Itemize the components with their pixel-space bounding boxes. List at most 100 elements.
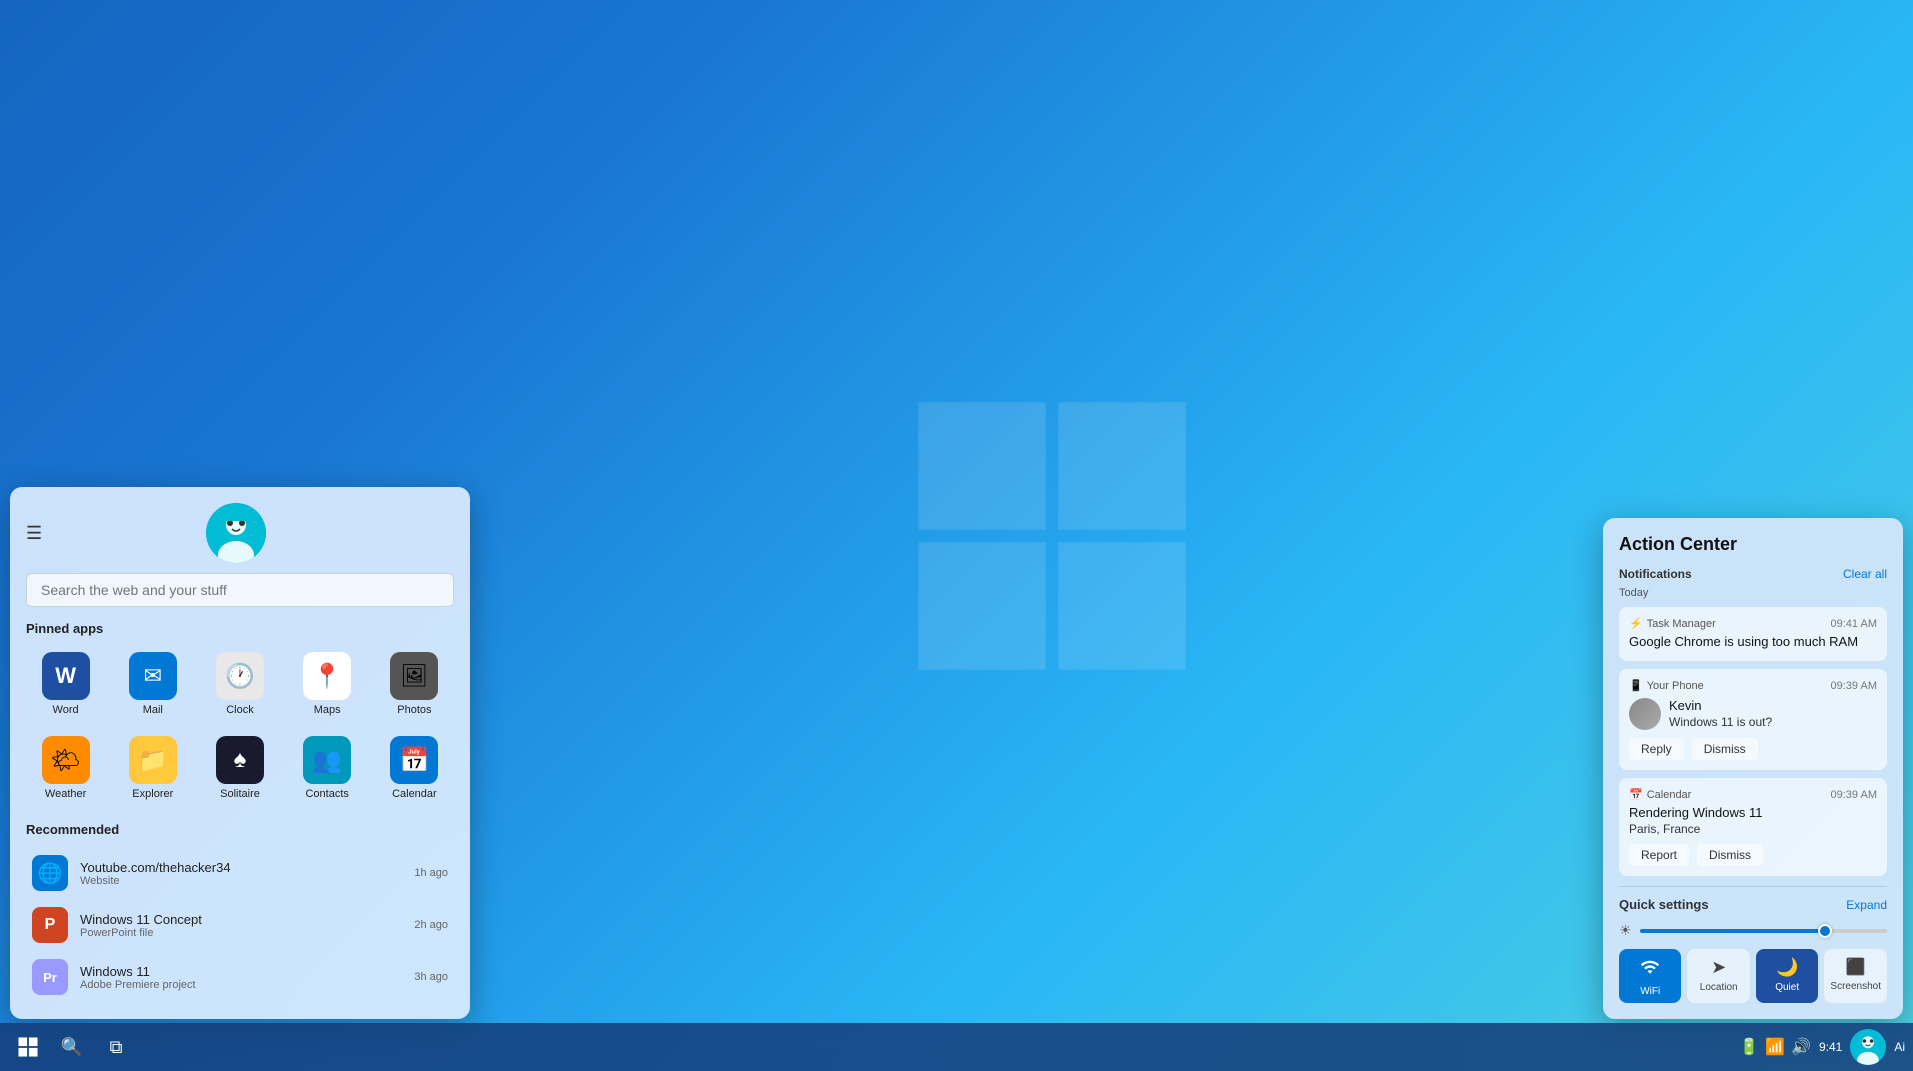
report-button[interactable]: Report — [1629, 844, 1689, 866]
rec-youtube-time: 1h ago — [414, 867, 448, 879]
quick-settings-label: Quick settings — [1619, 897, 1709, 912]
dismiss-phone-button[interactable]: Dismiss — [1692, 738, 1758, 760]
screenshot-button[interactable]: ⬛ Screenshot — [1824, 949, 1887, 1003]
solitaire-label: Solitaire — [220, 788, 260, 800]
quiet-label: Quiet — [1775, 982, 1799, 993]
start-button[interactable] — [8, 1027, 48, 1067]
notif-task-manager[interactable]: ⚡ Task Manager 09:41 AM Google Chrome is… — [1619, 607, 1887, 661]
quick-settings-header: Quick settings Expand — [1619, 897, 1887, 912]
battery-icon: 🔋 — [1739, 1037, 1759, 1057]
taskbar-left: 🔍 ⧉ — [8, 1027, 136, 1067]
rec-youtube-icon: 🌐 — [32, 855, 68, 891]
maps-icon: 📍 — [303, 652, 351, 700]
search-icon: 🔍 — [61, 1037, 83, 1058]
search-button[interactable]: 🔍 — [52, 1027, 92, 1067]
contacts-icon: 👥 — [303, 736, 351, 784]
taskbar: 🔍 ⧉ 🔋 📶 🔊 9:41 Ai — [0, 1023, 1913, 1071]
system-tray-icons: 🔋 📶 🔊 — [1739, 1037, 1811, 1057]
notif-calendar-time: 09:39 AM — [1831, 789, 1877, 801]
search-input[interactable] — [26, 573, 454, 607]
user-avatar[interactable] — [206, 503, 266, 563]
rec-w11concept-sub: PowerPoint file — [80, 927, 402, 939]
photos-label: Photos — [397, 704, 431, 716]
notif-your-phone-header: 📱 Your Phone 09:39 AM — [1629, 679, 1877, 692]
reply-button[interactable]: Reply — [1629, 738, 1684, 760]
explorer-label: Explorer — [132, 788, 173, 800]
expand-button[interactable]: Expand — [1846, 898, 1887, 912]
rec-w11-info: Windows 11 Adobe Premiere project — [80, 964, 402, 991]
rec-youtube-title: Youtube.com/thehacker34 — [80, 860, 402, 875]
weather-label: Weather — [45, 788, 86, 800]
notif-your-phone-app: 📱 Your Phone — [1629, 679, 1704, 692]
start-menu: ☰ Pinned apps W Word — [10, 487, 470, 1019]
task-view-button[interactable]: ⧉ — [96, 1027, 136, 1067]
location-button[interactable]: ➤ Location — [1687, 949, 1749, 1003]
notif-calendar[interactable]: 📅 Calendar 09:39 AM Rendering Windows 11… — [1619, 778, 1887, 876]
mail-icon: ✉ — [129, 652, 177, 700]
hamburger-button[interactable]: ☰ — [26, 523, 42, 544]
notif-kevin-message: Windows 11 is out? — [1669, 715, 1772, 729]
maps-label: Maps — [314, 704, 341, 716]
rec-item-w11concept[interactable]: P Windows 11 Concept PowerPoint file 2h … — [26, 899, 454, 951]
notif-task-manager-app: ⚡ Task Manager — [1629, 617, 1716, 630]
location-label: Location — [1700, 982, 1738, 993]
recommended-title: Recommended — [26, 822, 454, 837]
notif-kevin-avatar — [1629, 698, 1661, 730]
contacts-label: Contacts — [305, 788, 348, 800]
windows-logo-watermark — [912, 396, 1192, 676]
word-label: Word — [53, 704, 79, 716]
rec-item-w11[interactable]: Pr Windows 11 Adobe Premiere project 3h … — [26, 951, 454, 1003]
weather-icon: 🌤 — [42, 736, 90, 784]
rec-youtube-info: Youtube.com/thehacker34 Website — [80, 860, 402, 887]
taskbar-time[interactable]: 9:41 — [1819, 1040, 1842, 1054]
notifications-header: Notifications Clear all — [1619, 567, 1887, 581]
app-weather[interactable]: 🌤 Weather — [26, 730, 105, 806]
brightness-icon: ☀ — [1619, 922, 1632, 939]
rec-w11concept-time: 2h ago — [414, 919, 448, 931]
taskbar-avatar[interactable] — [1850, 1029, 1886, 1065]
app-calendar[interactable]: 📅 Calendar — [375, 730, 454, 806]
wifi-icon — [1640, 957, 1660, 982]
notif-your-phone[interactable]: 📱 Your Phone 09:39 AM Kevin Windows 11 i… — [1619, 669, 1887, 770]
calendar-label: Calendar — [392, 788, 437, 800]
location-icon: ➤ — [1711, 957, 1726, 978]
action-center-title: Action Center — [1619, 534, 1887, 555]
app-contacts[interactable]: 👥 Contacts — [288, 730, 367, 806]
time-display: 9:41 — [1819, 1040, 1842, 1054]
screenshot-icon: ⬛ — [1846, 957, 1866, 977]
calendar-notif-icon: 📅 — [1629, 788, 1643, 801]
brightness-thumb — [1818, 924, 1832, 938]
notif-your-phone-user: Kevin Windows 11 is out? — [1629, 698, 1877, 730]
screenshot-label: Screenshot — [1830, 981, 1881, 992]
mail-label: Mail — [143, 704, 163, 716]
app-clock[interactable]: 🕐 Clock — [200, 646, 279, 722]
notif-task-manager-header: ⚡ Task Manager 09:41 AM — [1629, 617, 1877, 630]
brightness-row: ☀ — [1619, 922, 1887, 939]
dismiss-calendar-button[interactable]: Dismiss — [1697, 844, 1763, 866]
taskbar-right: 🔋 📶 🔊 9:41 Ai — [1739, 1029, 1905, 1065]
clock-icon: 🕐 — [216, 652, 264, 700]
ai-label[interactable]: Ai — [1894, 1040, 1905, 1054]
quiet-button[interactable]: 🌙 Quiet — [1756, 949, 1818, 1003]
pinned-apps-grid: W Word ✉ Mail 🕐 Clock 📍 Maps 🖼 Photos 🌤 … — [26, 646, 454, 806]
clock-label: Clock — [226, 704, 254, 716]
notif-your-phone-time: 09:39 AM — [1831, 680, 1877, 692]
app-solitaire[interactable]: ♠ Solitaire — [200, 730, 279, 806]
app-maps[interactable]: 📍 Maps — [288, 646, 367, 722]
app-word[interactable]: W Word — [26, 646, 105, 722]
rec-item-youtube[interactable]: 🌐 Youtube.com/thehacker34 Website 1h ago — [26, 847, 454, 899]
app-mail[interactable]: ✉ Mail — [113, 646, 192, 722]
quick-settings-buttons: WiFi ➤ Location 🌙 Quiet ⬛ Screenshot — [1619, 949, 1887, 1003]
brightness-slider[interactable] — [1640, 929, 1887, 933]
app-explorer[interactable]: 📁 Explorer — [113, 730, 192, 806]
wifi-button[interactable]: WiFi — [1619, 949, 1681, 1003]
today-label: Today — [1619, 587, 1887, 599]
app-photos[interactable]: 🖼 Photos — [375, 646, 454, 722]
clear-all-button[interactable]: Clear all — [1843, 567, 1887, 581]
notif-calendar-sub: Paris, France — [1629, 822, 1877, 836]
word-icon: W — [42, 652, 90, 700]
divider — [1619, 886, 1887, 887]
notif-calendar-body: Rendering Windows 11 — [1629, 805, 1877, 820]
notif-task-manager-time: 09:41 AM — [1831, 618, 1877, 630]
pinned-apps-title: Pinned apps — [26, 621, 454, 636]
